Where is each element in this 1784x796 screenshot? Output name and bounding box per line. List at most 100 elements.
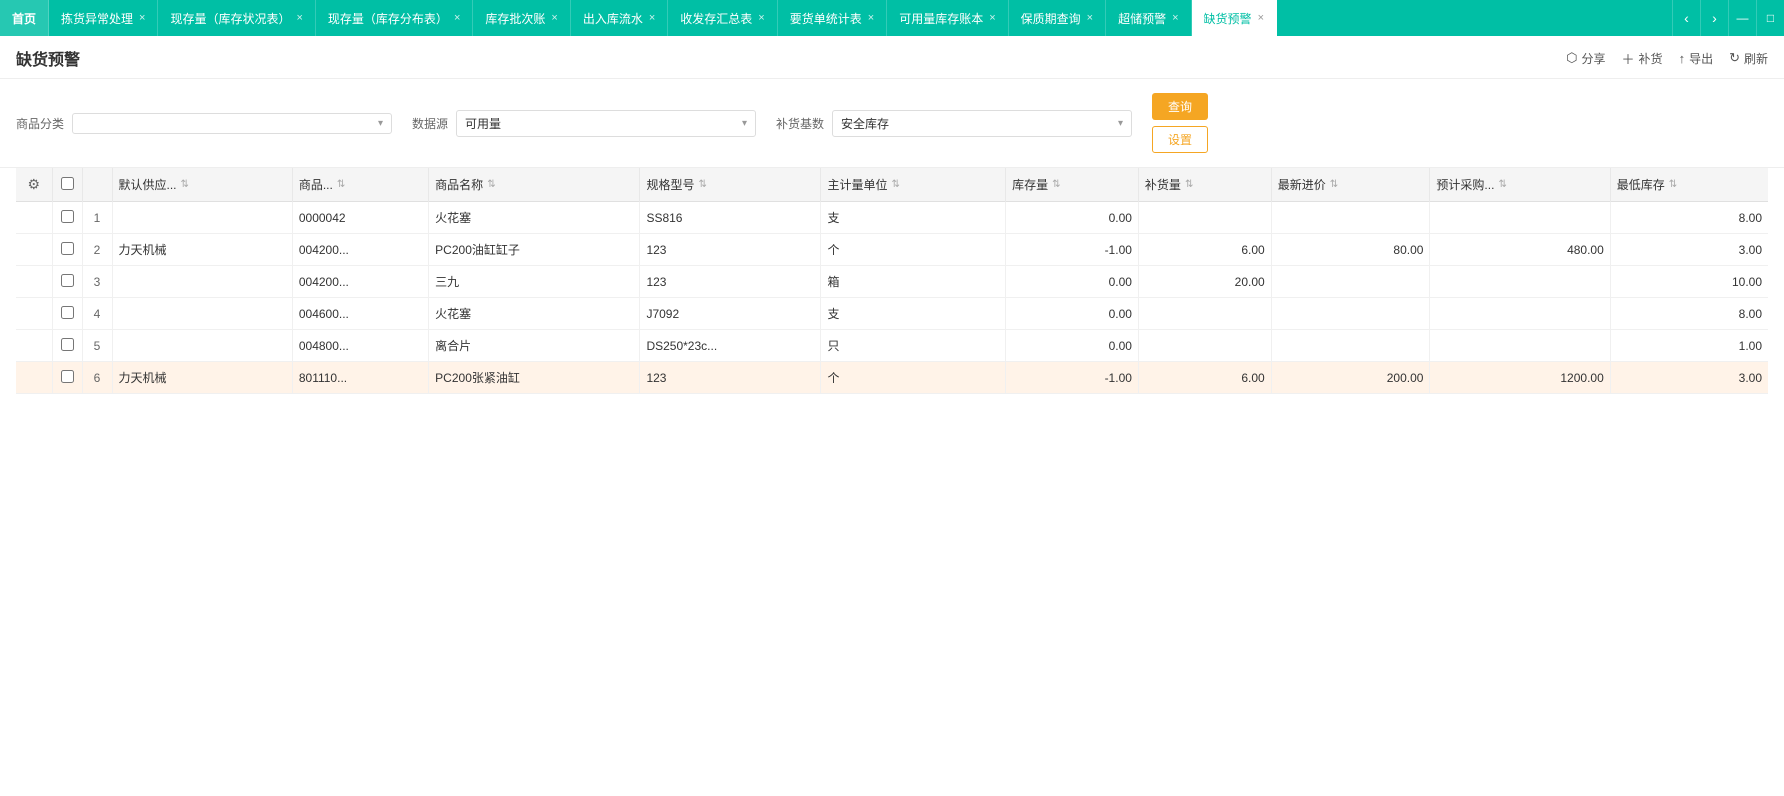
row-checkbox-4[interactable] [61, 338, 74, 351]
data-source-select[interactable]: 可用量 ▾ [456, 110, 756, 137]
td-min-stock-5: 3.00 [1610, 362, 1768, 394]
nav-tab-shortage[interactable]: 缺货预警 × [1192, 0, 1277, 36]
td-checkbox-0[interactable] [52, 202, 82, 234]
th-stock[interactable]: 库存量 ⇅ [1006, 168, 1139, 202]
td-supplier-1: 力天机械 [112, 234, 292, 266]
category-select[interactable]: ▾ [72, 113, 392, 134]
td-checkbox-4[interactable] [52, 330, 82, 362]
th-est-purchase[interactable]: 预计采购... ⇅ [1430, 168, 1610, 202]
nav-tab-home-label: 首页 [12, 10, 36, 27]
nav-tab-inventory-status-close[interactable]: × [296, 12, 302, 24]
refresh-button[interactable]: ↻ 刷新 [1729, 50, 1768, 67]
th-product-name-label: 商品名称 [435, 176, 483, 193]
nav-tab-demand-stat-close[interactable]: × [868, 12, 874, 24]
th-product-name[interactable]: 商品名称 ⇅ [429, 168, 640, 202]
row-checkbox-3[interactable] [61, 306, 74, 319]
th-gear[interactable]: ⚙ [16, 168, 52, 202]
nav-tab-demand-stat[interactable]: 要货单统计表 × [778, 0, 887, 36]
nav-btn-minimize[interactable]: — [1728, 0, 1756, 36]
td-latest-price-2 [1271, 266, 1430, 298]
nav-tab-in-out-flow[interactable]: 出入库流水 × [571, 0, 668, 36]
th-latest-price-label: 最新进价 [1278, 176, 1326, 193]
replenish-base-select[interactable]: 安全库存 ▾ [832, 110, 1132, 137]
td-min-stock-1: 3.00 [1610, 234, 1768, 266]
sort-icon-unit: ⇅ [891, 179, 899, 190]
nav-arrow-right[interactable]: › [1700, 0, 1728, 36]
th-default-supplier[interactable]: 默认供应... ⇅ [112, 168, 292, 202]
td-product-code-5: 801110... [292, 362, 428, 394]
row-checkbox-0[interactable] [61, 210, 74, 223]
nav-tab-available-ledger[interactable]: 可用量库存账本 × [887, 0, 1008, 36]
data-table: ⚙ 默认供应... ⇅ 商品... [16, 168, 1768, 394]
nav-tab-batch-account[interactable]: 库存批次账 × [473, 0, 570, 36]
nav-tab-batch-account-close[interactable]: × [551, 12, 557, 24]
table-row[interactable]: 6 力天机械 801110... PC200张紧油缸 123 个 -1.00 6… [16, 362, 1768, 394]
nav-tab-abnormal-close[interactable]: × [139, 12, 145, 24]
th-unit[interactable]: 主计量单位 ⇅ [821, 168, 1006, 202]
th-product-code[interactable]: 商品... ⇅ [292, 168, 428, 202]
nav-tab-demand-stat-label: 要货单统计表 [790, 10, 862, 27]
nav-tab-expiry-query-close[interactable]: × [1087, 12, 1093, 24]
nav-tab-inventory-status-label: 现存量（库存状况表） [170, 10, 290, 27]
nav-tab-inventory-status[interactable]: 现存量（库存状况表） × [158, 0, 315, 36]
th-spec[interactable]: 规格型号 ⇅ [640, 168, 821, 202]
td-spec-5: 123 [640, 362, 821, 394]
sort-icon-supplier: ⇅ [181, 179, 189, 190]
settings-button[interactable]: 设置 [1152, 126, 1208, 153]
nav-tab-abnormal[interactable]: 拣货异常处理 × [49, 0, 158, 36]
replenish-button[interactable]: ＋ 补货 [1622, 49, 1663, 68]
nav-tab-overstock-close[interactable]: × [1172, 12, 1178, 24]
th-spec-label: 规格型号 [646, 176, 694, 193]
header-actions: ⬡ 分享 ＋ 补货 ↑ 导出 ↻ 刷新 [1566, 49, 1768, 68]
row-checkbox-2[interactable] [61, 274, 74, 287]
table-row[interactable]: 3 004200... 三九 123 箱 0.00 20.00 10.00 [16, 266, 1768, 298]
td-checkbox-1[interactable] [52, 234, 82, 266]
nav-arrow-left[interactable]: ‹ [1672, 0, 1700, 36]
nav-tab-expiry-query[interactable]: 保质期查询 × [1009, 0, 1106, 36]
td-est-purchase-0 [1430, 202, 1610, 234]
th-latest-price[interactable]: 最新进价 ⇅ [1271, 168, 1430, 202]
td-checkbox-3[interactable] [52, 298, 82, 330]
table-row[interactable]: 4 004600... 火花塞 J7092 支 0.00 8.00 [16, 298, 1768, 330]
nav-tab-overstock[interactable]: 超储预警 × [1106, 0, 1191, 36]
category-label: 商品分类 [16, 115, 64, 132]
table-row[interactable]: 2 力天机械 004200... PC200油缸缸子 123 个 -1.00 6… [16, 234, 1768, 266]
nav-tab-in-out-flow-close[interactable]: × [649, 12, 655, 24]
nav-tab-shortage-close[interactable]: × [1258, 12, 1264, 24]
share-button[interactable]: ⬡ 分享 [1566, 50, 1605, 67]
nav-tab-inventory-dist-close[interactable]: × [454, 12, 460, 24]
td-product-name-4: 离合片 [429, 330, 640, 362]
nav-tab-available-ledger-close[interactable]: × [989, 12, 995, 24]
table-row[interactable]: 1 0000042 火花塞 SS816 支 0.00 8.00 [16, 202, 1768, 234]
td-replenish-qty-0 [1138, 202, 1271, 234]
td-unit-5: 个 [821, 362, 1006, 394]
td-spec-4: DS250*23c... [640, 330, 821, 362]
gear-icon[interactable]: ⚙ [27, 176, 40, 192]
table-row[interactable]: 5 004800... 离合片 DS250*23c... 只 0.00 1.00 [16, 330, 1768, 362]
nav-tab-receive-summary-label: 收发存汇总表 [680, 10, 752, 27]
th-replenish-qty[interactable]: 补货量 ⇅ [1138, 168, 1271, 202]
nav-tab-receive-summary[interactable]: 收发存汇总表 × [668, 0, 777, 36]
th-min-stock[interactable]: 最低库存 ⇅ [1610, 168, 1768, 202]
nav-tab-inventory-dist[interactable]: 现存量（库存分布表） × [316, 0, 473, 36]
query-button[interactable]: 查询 [1152, 93, 1208, 120]
export-label: 导出 [1689, 50, 1713, 67]
page-title: 缺货预警 [16, 46, 80, 70]
export-button[interactable]: ↑ 导出 [1679, 50, 1714, 67]
td-supplier-2 [112, 266, 292, 298]
main-content: 缺货预警 ⬡ 分享 ＋ 补货 ↑ 导出 ↻ 刷新 商品分类 [0, 36, 1784, 796]
td-unit-1: 个 [821, 234, 1006, 266]
row-checkbox-5[interactable] [61, 370, 74, 383]
td-min-stock-4: 1.00 [1610, 330, 1768, 362]
sort-icon-min-stock: ⇅ [1669, 179, 1677, 190]
table-body: 1 0000042 火花塞 SS816 支 0.00 8.00 2 力天机械 0… [16, 202, 1768, 394]
row-checkbox-1[interactable] [61, 242, 74, 255]
select-all-checkbox[interactable] [61, 177, 74, 190]
td-checkbox-2[interactable] [52, 266, 82, 298]
td-replenish-qty-3 [1138, 298, 1271, 330]
td-checkbox-5[interactable] [52, 362, 82, 394]
th-checkbox[interactable] [52, 168, 82, 202]
nav-tab-receive-summary-close[interactable]: × [758, 12, 764, 24]
nav-tab-home[interactable]: 首页 [0, 0, 49, 36]
nav-btn-maximize[interactable]: □ [1756, 0, 1784, 36]
